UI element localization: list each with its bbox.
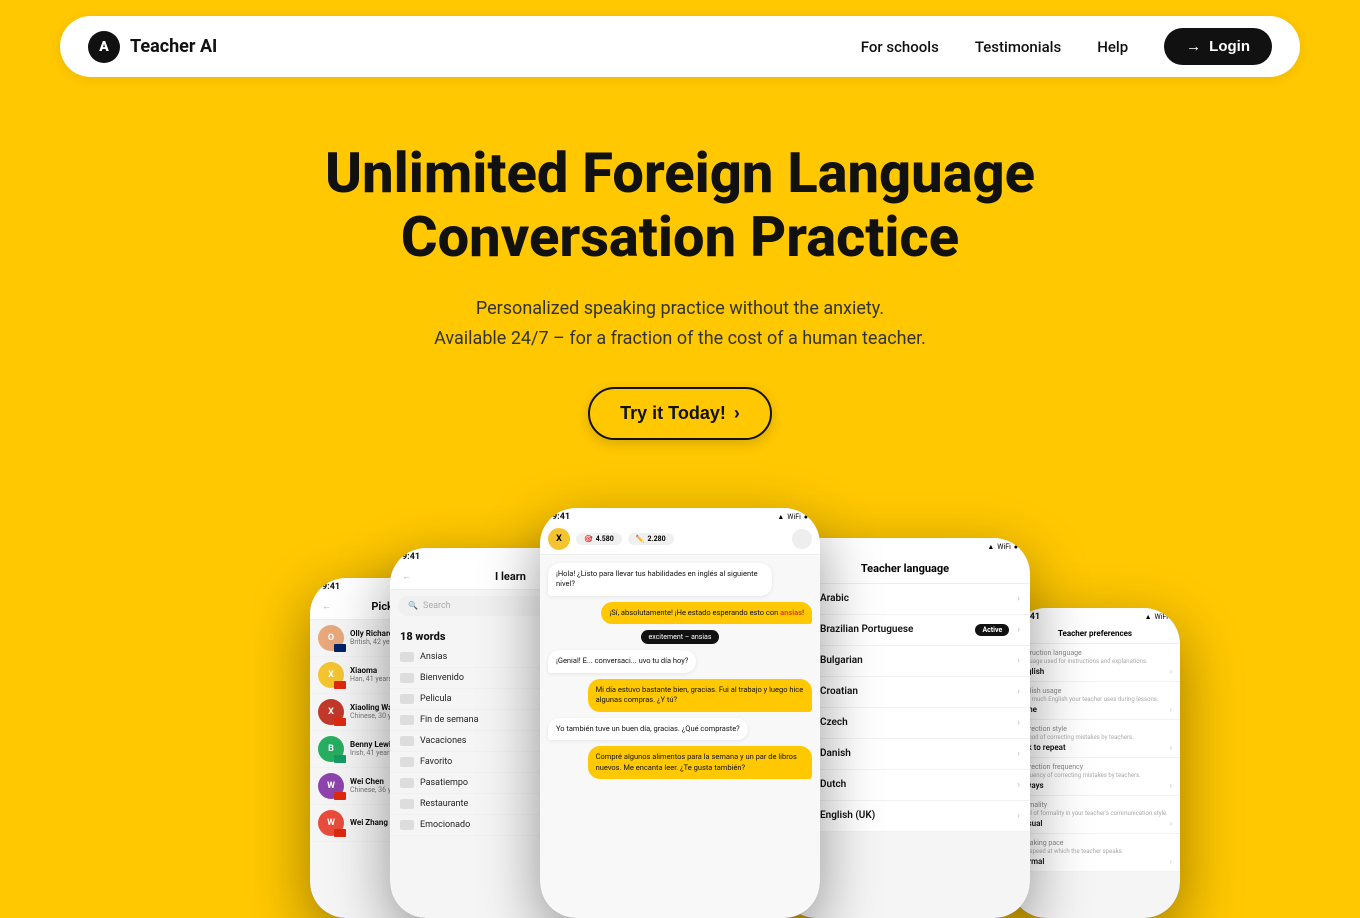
speaker-icon bbox=[400, 652, 414, 662]
chevron-icon: › bbox=[1017, 594, 1020, 604]
pref-item: Correction style Method of correcting mi… bbox=[1010, 720, 1180, 758]
logo-icon: A bbox=[88, 31, 120, 63]
login-button[interactable]: → Login bbox=[1164, 28, 1272, 65]
avatar: X bbox=[318, 699, 344, 725]
chevron-icon: › bbox=[1017, 625, 1020, 635]
phone-chat: 9:41 ▲WiFi● X 🎯 4.580 ✏️ 2.280 bbox=[540, 508, 820, 918]
hero-section: Unlimited Foreign Language Conversation … bbox=[0, 93, 1360, 440]
avatar: X bbox=[318, 662, 344, 688]
flag-icon bbox=[334, 644, 346, 652]
nav-links: For schools Testimonials Help → Login bbox=[861, 28, 1272, 65]
chat-profile-icon bbox=[792, 529, 812, 549]
chevron-icon: › bbox=[1170, 667, 1172, 676]
pref-item: Instruction language language used for i… bbox=[1010, 644, 1180, 682]
flag-icon bbox=[334, 829, 346, 837]
speaker-icon bbox=[400, 715, 414, 725]
speaker-icon bbox=[400, 736, 414, 746]
chat-stats: 🎯 4.580 ✏️ 2.280 bbox=[576, 533, 786, 545]
message-bubble: Compré algunos alimentos para la semana … bbox=[588, 746, 812, 779]
phone-teacher-prefs: 9:41 ▲WiFi Teacher preferences Instructi… bbox=[1010, 608, 1180, 918]
speaker-icon bbox=[400, 673, 414, 683]
message-bubble: ¡Genial! E... conversaci... uvo tu día h… bbox=[548, 650, 696, 673]
status-bar-chat: 9:41 ▲WiFi● bbox=[540, 508, 820, 524]
flag-icon bbox=[334, 718, 346, 726]
pref-item: Formality Level of formality in your tea… bbox=[1010, 796, 1180, 834]
phone-screen-prefs: 9:41 ▲WiFi Teacher preferences Instructi… bbox=[1010, 608, 1180, 918]
chevron-icon: › bbox=[1017, 687, 1020, 697]
phone-screen-chat: 9:41 ▲WiFi● X 🎯 4.580 ✏️ 2.280 bbox=[540, 508, 820, 918]
brand-logo[interactable]: A Teacher AI bbox=[88, 31, 217, 63]
status-icons: ▲WiFi● bbox=[987, 543, 1018, 551]
login-icon: → bbox=[1186, 38, 1201, 55]
chevron-icon: › bbox=[1170, 705, 1172, 714]
message-bubble: ¡Hola! ¿Listo para llevar tus habilidade… bbox=[548, 563, 772, 596]
search-icon: 🔍 bbox=[408, 601, 418, 610]
hero-cta-button[interactable]: Try it Today! › bbox=[588, 387, 772, 440]
cta-arrow-icon: › bbox=[734, 403, 740, 424]
phones-showcase: 9:41 ▲WiFi● ← Pick your teacher O Olly R… bbox=[0, 488, 1360, 918]
speaker-icon bbox=[400, 694, 414, 704]
flag-icon bbox=[334, 681, 346, 689]
avatar: O bbox=[318, 625, 344, 651]
navbar: A Teacher AI For schools Testimonials He… bbox=[60, 16, 1300, 77]
nav-testimonials[interactable]: Testimonials bbox=[975, 38, 1061, 56]
status-icons: ▲WiFi bbox=[1145, 613, 1168, 621]
speaker-icon bbox=[400, 799, 414, 809]
message-bubble: ¡Sí, absolutamente! ¡He estado esperando… bbox=[601, 602, 812, 625]
stat-pill-1: 🎯 4.580 bbox=[576, 533, 622, 545]
tooltip-pill: excitement – ansias bbox=[641, 630, 720, 644]
chat-avatar: X bbox=[548, 528, 570, 550]
chat-messages: ¡Hola! ¿Listo para llevar tus habilidade… bbox=[540, 555, 820, 788]
chevron-icon: › bbox=[1017, 656, 1020, 666]
speaker-icon bbox=[400, 778, 414, 788]
nav-for-schools[interactable]: For schools bbox=[861, 38, 939, 56]
hero-subtext: Personalized speaking practice without t… bbox=[20, 294, 1340, 355]
pref-item: Correction frequency Frequency of correc… bbox=[1010, 758, 1180, 796]
flag-icon bbox=[334, 755, 346, 763]
status-bar-prefs: 9:41 ▲WiFi bbox=[1010, 608, 1180, 624]
chevron-icon: › bbox=[1017, 780, 1020, 790]
pref-item: Speaking pace The speed at which the tea… bbox=[1010, 834, 1180, 872]
chevron-icon: › bbox=[1170, 743, 1172, 752]
status-icons: ▲WiFi● bbox=[777, 513, 808, 521]
nav-help[interactable]: Help bbox=[1097, 38, 1128, 56]
chevron-icon: › bbox=[1017, 718, 1020, 728]
message-bubble: Yo también tuve un buen día, gracias. ¿Q… bbox=[548, 718, 748, 741]
chat-header: X 🎯 4.580 ✏️ 2.280 bbox=[540, 524, 820, 555]
chevron-icon: › bbox=[1017, 749, 1020, 759]
prefs-title: Teacher preferences bbox=[1010, 624, 1180, 644]
avatar: W bbox=[318, 773, 344, 799]
avatar: B bbox=[318, 736, 344, 762]
brand-name: Teacher AI bbox=[130, 36, 217, 57]
stat-pill-2: ✏️ 2.280 bbox=[628, 533, 674, 545]
chevron-icon: › bbox=[1170, 819, 1172, 828]
avatar: W bbox=[318, 810, 344, 836]
speaker-icon bbox=[400, 757, 414, 767]
message-bubble: Mi día estuvo bastante bien, gracias. Fu… bbox=[588, 679, 812, 712]
flag-icon bbox=[334, 792, 346, 800]
chevron-icon: › bbox=[1170, 781, 1172, 790]
speaker-icon bbox=[400, 820, 414, 830]
pref-item: English usage How much English your teac… bbox=[1010, 682, 1180, 720]
chevron-icon: › bbox=[1170, 857, 1172, 866]
hero-headline: Unlimited Foreign Language Conversation … bbox=[280, 141, 1080, 270]
chevron-icon: › bbox=[1017, 811, 1020, 821]
